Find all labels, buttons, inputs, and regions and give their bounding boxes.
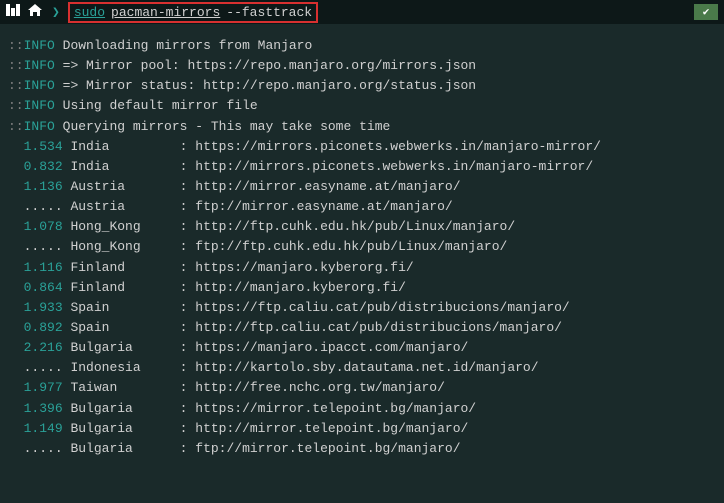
info-line: ::INFO Using default mirror file	[8, 96, 716, 116]
prompt-chevron-icon: ❯	[52, 5, 60, 20]
cmd-flag: --fasttrack	[226, 5, 312, 20]
mirror-line: ..... Austria : ftp://mirror.easyname.at…	[8, 197, 716, 217]
home-icon	[28, 4, 42, 21]
info-lines: ::INFO Downloading mirrors from Manjaro:…	[8, 36, 716, 137]
mirror-line: ..... Bulgaria : ftp://mirror.telepoint.…	[8, 439, 716, 459]
cmd-program: pacman-mirrors	[111, 5, 220, 20]
mirror-line: 1.977 Taiwan : http://free.nchc.org.tw/m…	[8, 378, 716, 398]
mirror-line: 0.892 Spain : http://ftp.caliu.cat/pub/d…	[8, 318, 716, 338]
mirror-line: 1.078 Hong_Kong : http://ftp.cuhk.edu.hk…	[8, 217, 716, 237]
terminal-output[interactable]: ::INFO Downloading mirrors from Manjaro:…	[0, 24, 724, 467]
mirror-line: 1.136 Austria : http://mirror.easyname.a…	[8, 177, 716, 197]
mirror-line: 0.864 Finland : http://manjaro.kyberorg.…	[8, 278, 716, 298]
titlebar-left: ❯ sudo pacman-mirrors --fasttrack	[6, 2, 318, 23]
mirror-line: 1.396 Bulgaria : https://mirror.telepoin…	[8, 399, 716, 419]
info-line: ::INFO => Mirror status: http://repo.man…	[8, 76, 716, 96]
mirror-line: 1.933 Spain : https://ftp.caliu.cat/pub/…	[8, 298, 716, 318]
mirror-line: ..... Hong_Kong : ftp://ftp.cuhk.edu.hk/…	[8, 237, 716, 257]
titlebar: ❯ sudo pacman-mirrors --fasttrack ✔	[0, 0, 724, 24]
command-highlight-box: sudo pacman-mirrors --fasttrack	[68, 2, 318, 23]
mirror-line: 0.832 India : http://mirrors.piconets.we…	[8, 157, 716, 177]
titlebar-right: ✔	[694, 4, 718, 20]
manjaro-logo-icon	[6, 4, 20, 20]
info-line: ::INFO Downloading mirrors from Manjaro	[8, 36, 716, 56]
mirror-line: 1.534 India : https://mirrors.piconets.w…	[8, 137, 716, 157]
info-line: ::INFO => Mirror pool: https://repo.manj…	[8, 56, 716, 76]
cmd-sudo: sudo	[74, 5, 105, 20]
mirror-line: 2.216 Bulgaria : https://manjaro.ipacct.…	[8, 338, 716, 358]
mirror-lines: 1.534 India : https://mirrors.piconets.w…	[8, 137, 716, 459]
info-line: ::INFO Querying mirrors - This may take …	[8, 117, 716, 137]
success-indicator-button[interactable]: ✔	[694, 4, 718, 20]
mirror-line: 1.149 Bulgaria : http://mirror.telepoint…	[8, 419, 716, 439]
mirror-line: ..... Indonesia : http://kartolo.sby.dat…	[8, 358, 716, 378]
mirror-line: 1.116 Finland : https://manjaro.kyberorg…	[8, 258, 716, 278]
